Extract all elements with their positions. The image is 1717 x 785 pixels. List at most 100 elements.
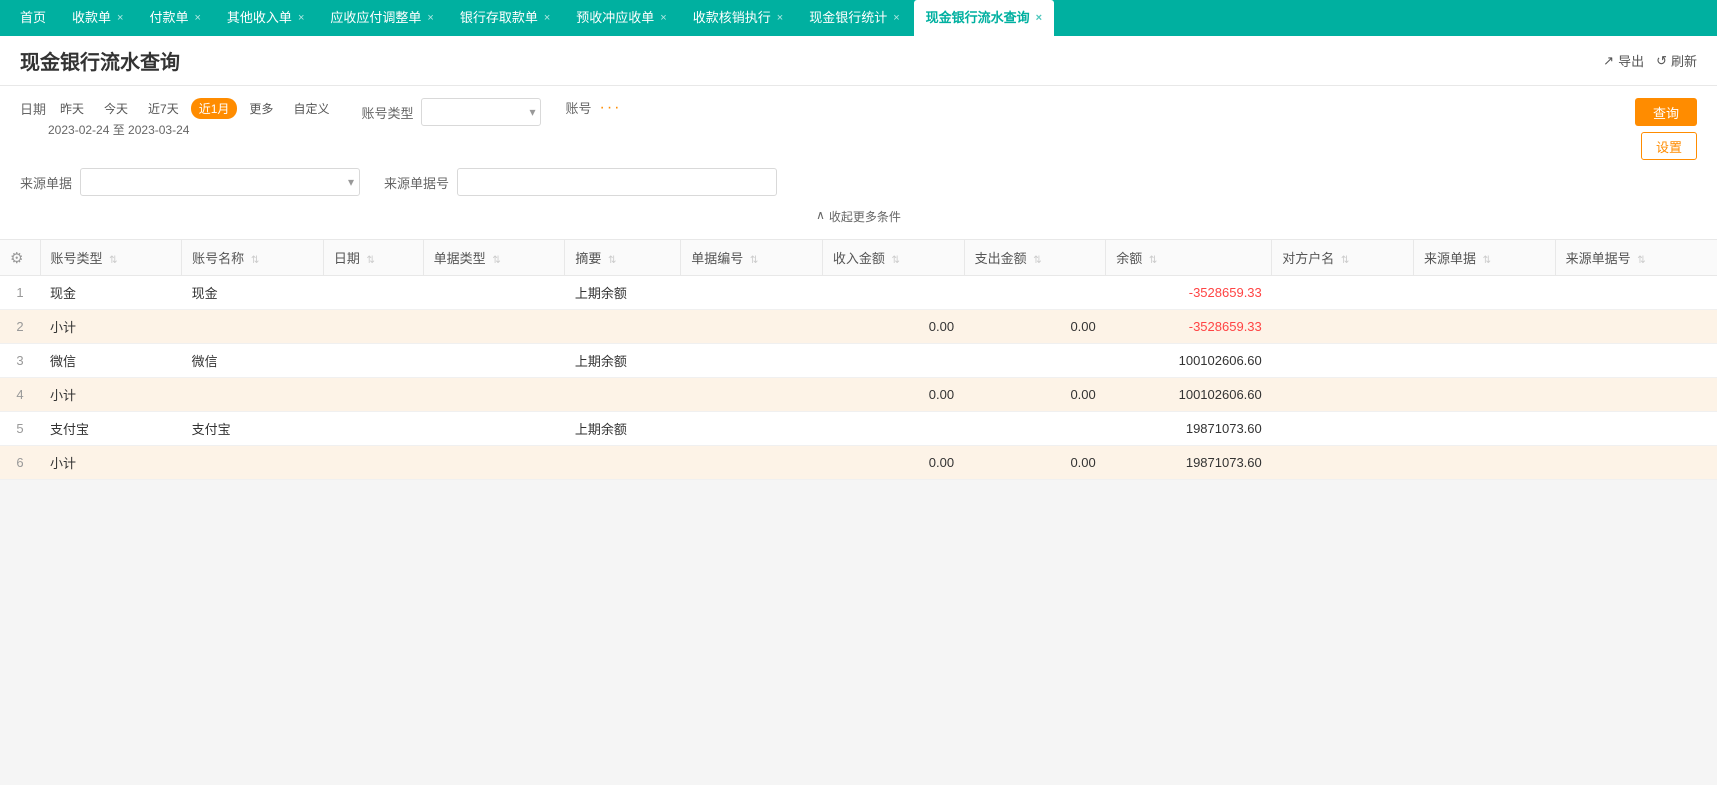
col-balance[interactable]: 余额 ⇅ [1106,240,1272,276]
export-label: 导出 [1618,51,1644,70]
nav-advance-offset-close[interactable]: × [660,0,666,36]
cell-income [822,412,964,446]
date-filter-label: 日期 [20,99,46,118]
row-num: 3 [0,344,40,378]
cell-date [323,446,423,480]
cell-income: 0.00 [822,310,964,344]
cell-doc-no [681,378,823,412]
col-doc-type[interactable]: 单据类型 ⇅ [423,240,565,276]
account-label: 账号 [565,98,591,117]
cell-doc-no [681,344,823,378]
cell-counterpart [1272,446,1414,480]
nav-cash-stats-close[interactable]: × [893,0,899,36]
cell-expense [964,276,1106,310]
nav-bank-deposit-close[interactable]: × [544,0,550,36]
source-doc-filter: 来源单据 [20,168,360,196]
cell-source-doc [1413,446,1555,480]
nav-cash-flow[interactable]: 现金银行流水查询 × [914,0,1054,36]
nav-payments-close[interactable]: × [194,0,200,36]
gear-icon[interactable]: ⚙ [10,250,23,267]
nav-bank-deposit[interactable]: 银行存取款单 × [448,0,562,36]
export-button[interactable]: ↗ 导出 [1603,51,1644,70]
cell-source-doc-no [1555,378,1717,412]
nav-advance-offset-label: 预收冲应收单 [576,0,654,36]
sort-expense-icon: ⇅ [1033,255,1041,266]
nav-receipts-close[interactable]: × [117,0,123,36]
cell-doc-type [423,344,565,378]
cell-account-type: 支付宝 [40,412,182,446]
nav-advance-offset[interactable]: 预收冲应收单 × [564,0,678,36]
source-doc-num-filter: 来源单据号 [384,168,777,196]
date-filter-block: 日期 昨天 今天 近7天 近1月 更多 自定义 2023-02-24 至 202… [20,98,337,138]
cell-income: 0.00 [822,446,964,480]
nav-cash-stats-label: 现金银行统计 [809,0,887,36]
cell-account-name: 支付宝 [182,412,324,446]
cell-doc-type [423,310,565,344]
col-counterpart[interactable]: 对方户名 ⇅ [1272,240,1414,276]
cell-balance: -3528659.33 [1106,276,1272,310]
date-opt-today[interactable]: 今天 [96,98,136,119]
row-num: 1 [0,276,40,310]
cell-income [822,344,964,378]
collapse-bar[interactable]: ∧ 收起更多条件 [20,204,1697,231]
col-doc-no[interactable]: 单据编号 ⇅ [681,240,823,276]
nav-ar-adjust-close[interactable]: × [427,0,433,36]
date-opt-custom[interactable]: 自定义 [285,98,337,119]
cell-account-name [182,446,324,480]
query-button[interactable]: 查询 [1635,98,1697,126]
nav-receipts[interactable]: 收款单 × [60,0,135,36]
nav-payments-label: 付款单 [149,0,188,36]
date-opt-more[interactable]: 更多 [241,98,281,119]
cell-balance: 100102606.60 [1106,378,1272,412]
nav-payments[interactable]: 付款单 × [137,0,212,36]
nav-other-income[interactable]: 其他收入单 × [215,0,316,36]
col-date[interactable]: 日期 ⇅ [323,240,423,276]
source-doc-num-input[interactable] [457,168,777,196]
cell-account-type: 小计 [40,378,182,412]
cell-counterpart [1272,276,1414,310]
nav-cash-flow-label: 现金银行流水查询 [926,0,1030,36]
date-opt-1month[interactable]: 近1月 [191,98,238,119]
nav-ar-adjust-label: 应收应付调整单 [330,0,421,36]
cell-summary: 上期余额 [565,276,681,310]
cell-expense: 0.00 [964,378,1106,412]
cell-summary [565,378,681,412]
col-source-doc[interactable]: 来源单据 ⇅ [1413,240,1555,276]
account-ellipsis-btn[interactable]: ··· [599,99,621,117]
col-expense[interactable]: 支出金额 ⇅ [964,240,1106,276]
cell-account-name [182,310,324,344]
cell-doc-type [423,378,565,412]
nav-other-income-close[interactable]: × [298,0,304,36]
settings-button[interactable]: 设置 [1641,132,1697,160]
col-account-name[interactable]: 账号名称 ⇅ [182,240,324,276]
nav-collection-exec-close[interactable]: × [777,0,783,36]
sort-source-doc-no-icon: ⇅ [1637,255,1645,266]
col-account-type[interactable]: 账号类型 ⇅ [40,240,182,276]
cell-date [323,344,423,378]
nav-home[interactable]: 首页 [8,0,58,36]
nav-ar-adjust[interactable]: 应收应付调整单 × [318,0,445,36]
nav-cash-flow-close[interactable]: × [1036,0,1042,36]
source-doc-select[interactable] [80,168,360,196]
col-income[interactable]: 收入金额 ⇅ [822,240,964,276]
nav-collection-exec[interactable]: 收款核销执行 × [681,0,795,36]
page-title: 现金银行流水查询 [20,46,180,75]
collapse-label: 收起更多条件 [829,208,901,225]
account-type-select[interactable] [421,98,541,126]
nav-cash-stats[interactable]: 现金银行统计 × [797,0,911,36]
date-opt-7days[interactable]: 近7天 [140,98,187,119]
cell-expense: 0.00 [964,310,1106,344]
refresh-button[interactable]: ↺ 刷新 [1656,51,1697,70]
table-header-row: ⚙ 账号类型 ⇅ 账号名称 ⇅ 日期 ⇅ 单据类型 ⇅ [0,240,1717,276]
cell-account-type: 小计 [40,310,182,344]
col-summary[interactable]: 摘要 ⇅ [565,240,681,276]
date-opt-yesterday[interactable]: 昨天 [52,98,92,119]
cell-source-doc-no [1555,310,1717,344]
cell-doc-type [423,412,565,446]
cell-expense: 0.00 [964,446,1106,480]
cell-doc-type [423,446,565,480]
row-num: 5 [0,412,40,446]
col-source-doc-no[interactable]: 来源单据号 ⇅ [1555,240,1717,276]
cell-income [822,276,964,310]
table-row: 5支付宝支付宝上期余额19871073.60 [0,412,1717,446]
